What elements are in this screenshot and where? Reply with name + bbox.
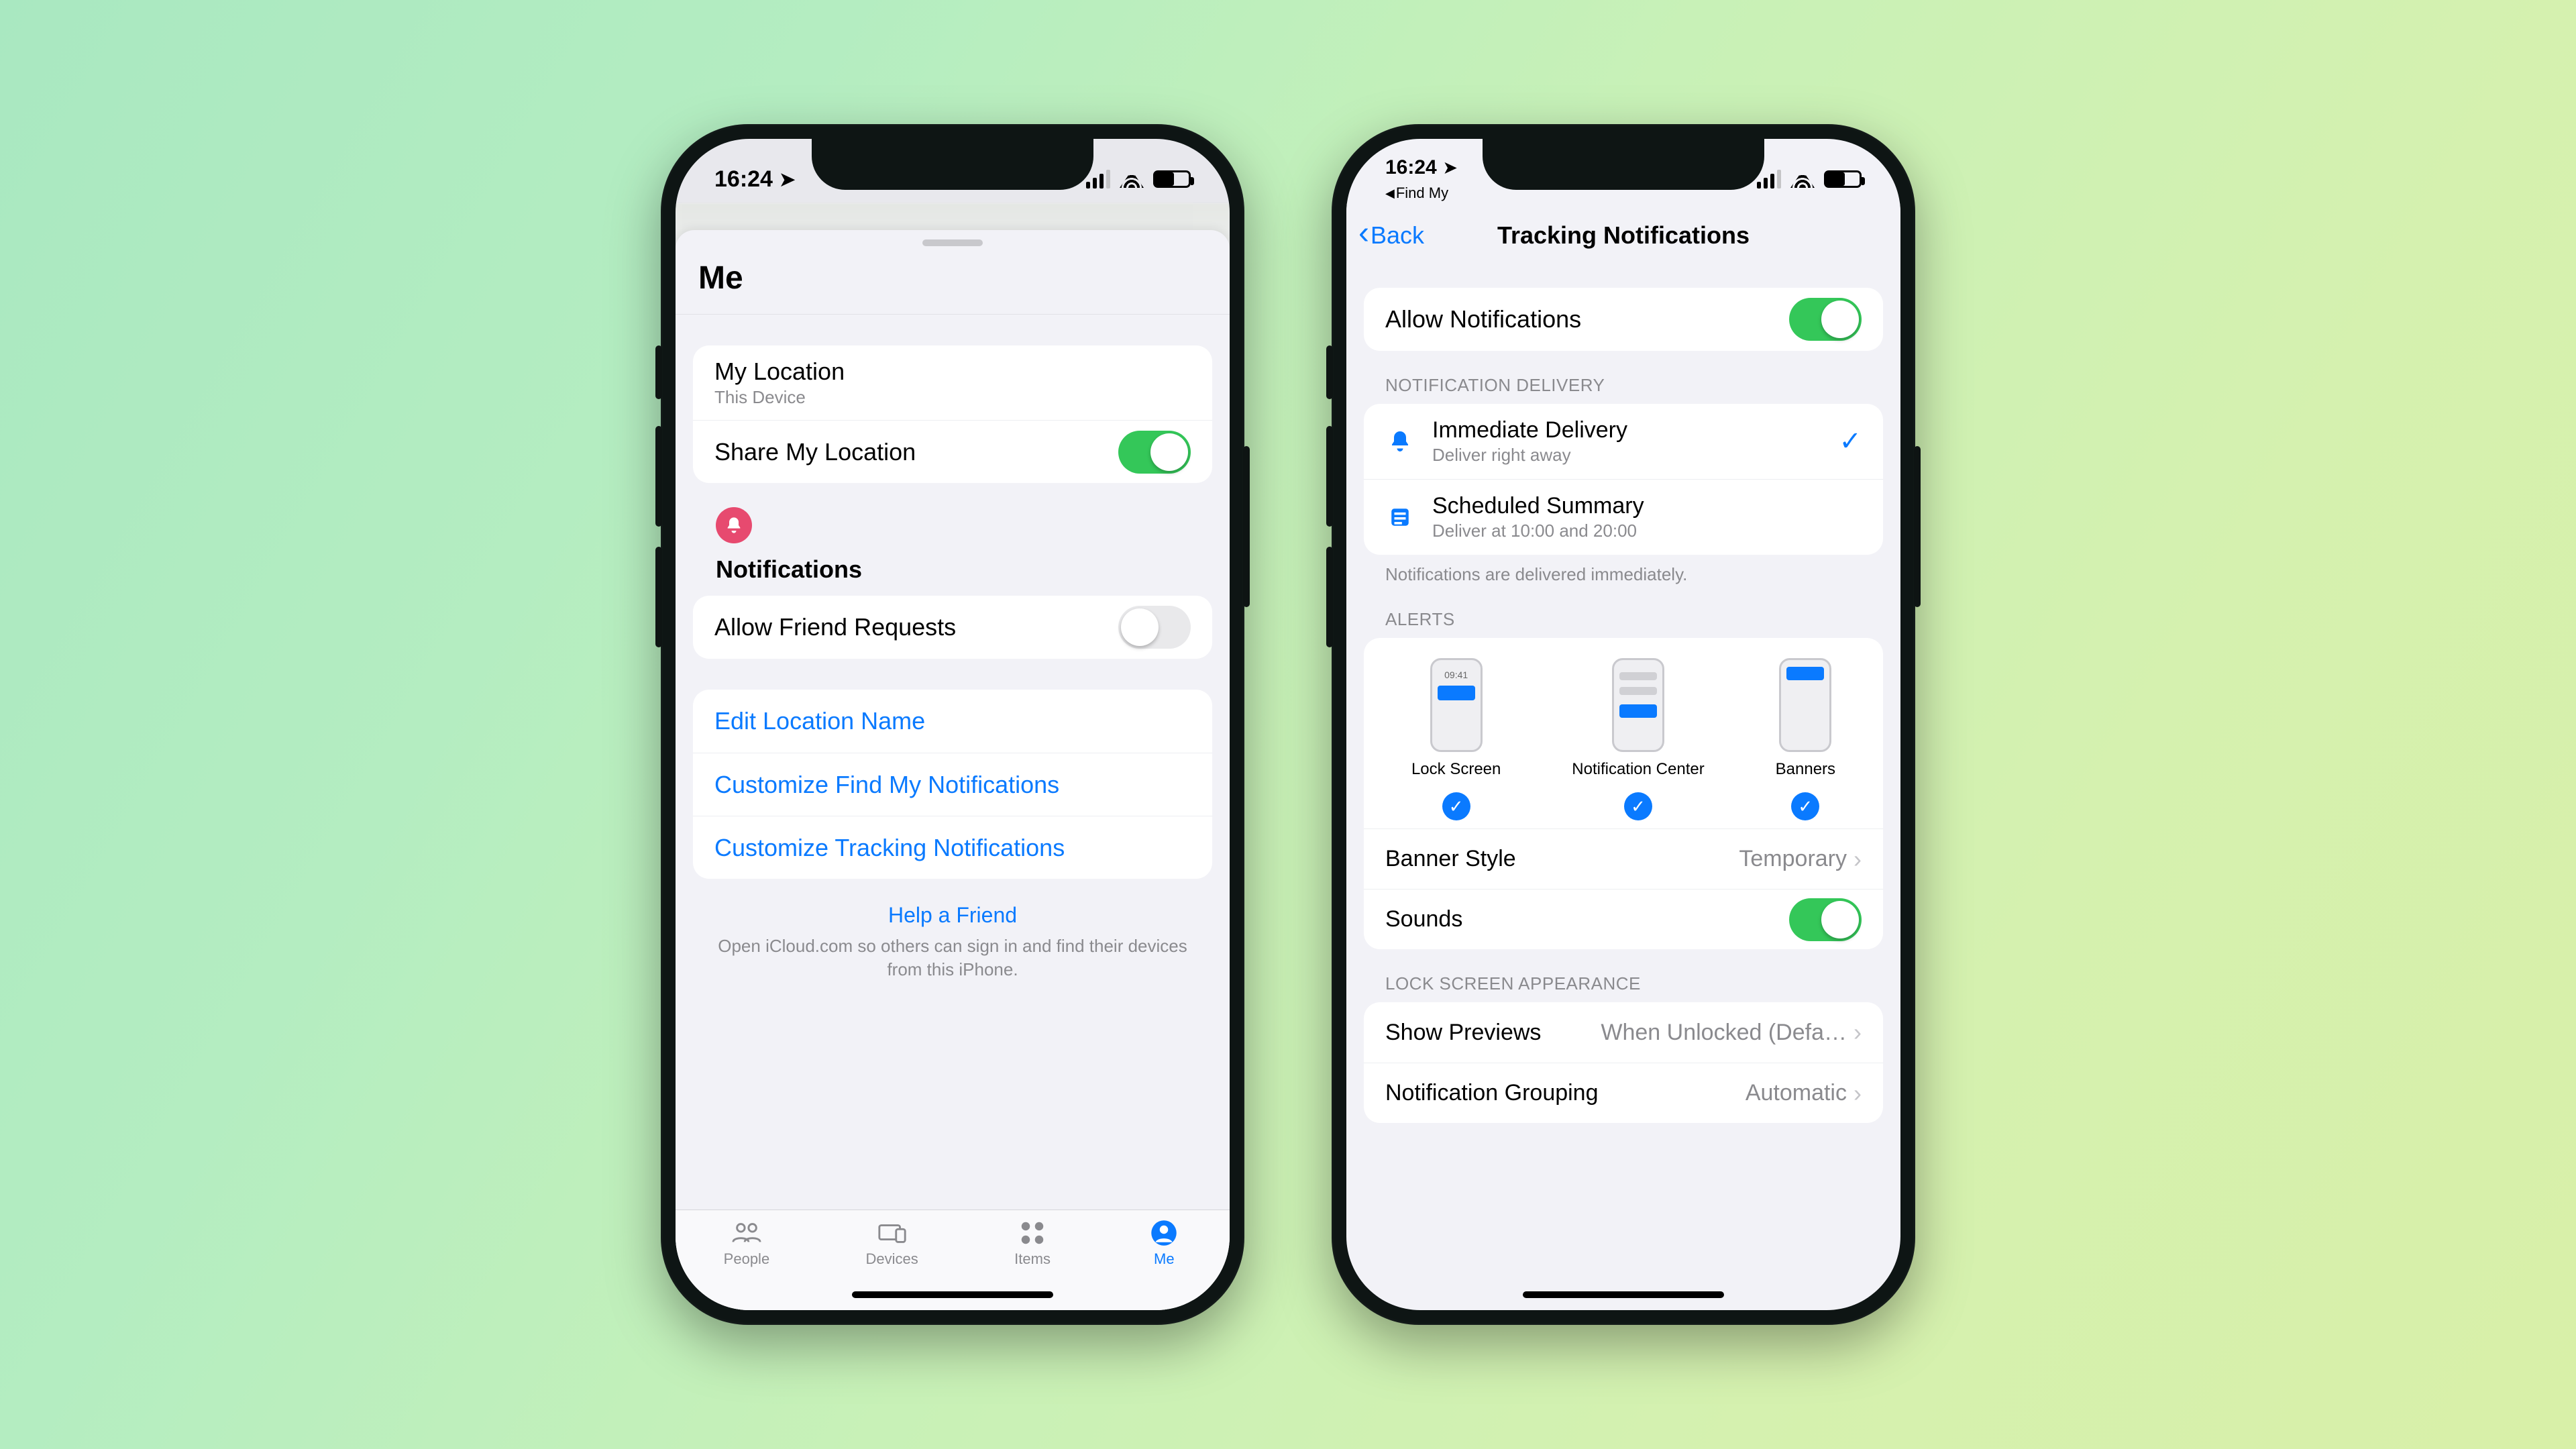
check-circle-icon: ✓ xyxy=(1624,792,1652,820)
allow-group: Allow Notifications xyxy=(1364,288,1883,351)
footer: Help a Friend Open iCloud.com so others … xyxy=(676,879,1230,988)
bell-icon xyxy=(1385,427,1415,456)
status-time: 16:24 xyxy=(1385,156,1437,179)
summary-sub: Deliver at 10:00 and 20:00 xyxy=(1432,521,1644,541)
notifications-icon xyxy=(716,507,752,543)
sheet-grabber[interactable] xyxy=(922,239,983,246)
me-icon xyxy=(1146,1220,1181,1246)
banner-style-row[interactable]: Banner Style Temporary › xyxy=(1364,828,1883,889)
summary-icon xyxy=(1385,502,1415,532)
devices-icon xyxy=(875,1220,910,1246)
lockscreen-preview-icon: 09:41 xyxy=(1430,658,1483,752)
checkmark-icon: ✓ xyxy=(1839,426,1862,457)
phone-settings: 16:24 ➤ ◀ Find My ‹ Back Tracking Notifi… xyxy=(1332,124,1915,1325)
delivery-header: NOTIFICATION DELIVERY xyxy=(1346,351,1900,404)
check-circle-icon: ✓ xyxy=(1791,792,1819,820)
allow-friend-requests-label: Allow Friend Requests xyxy=(714,613,956,641)
scheduled-summary-row[interactable]: Scheduled Summary Deliver at 10:00 and 2… xyxy=(1364,479,1883,555)
immediate-delivery-row[interactable]: Immediate Delivery Deliver right away ✓ xyxy=(1364,404,1883,479)
breadcrumb-back-icon: ◀ xyxy=(1385,186,1395,201)
breadcrumb-findmy[interactable]: ◀ Find My xyxy=(1385,184,1448,202)
notification-center-preview-icon xyxy=(1612,658,1664,752)
notifications-section-label: Notifications xyxy=(676,543,1230,586)
notification-grouping-row[interactable]: Notification Grouping Automatic › xyxy=(1364,1063,1883,1123)
customize-tracking-link[interactable]: Customize Tracking Notifications xyxy=(693,816,1212,879)
help-friend-link[interactable]: Help a Friend xyxy=(888,903,1017,927)
delivery-footer: Notifications are delivered immediately. xyxy=(1346,555,1900,585)
my-location-row[interactable]: My Location This Device xyxy=(693,345,1212,420)
summary-title: Scheduled Summary xyxy=(1432,493,1644,519)
wifi-icon xyxy=(1790,170,1815,188)
allow-notifications-row: Allow Notifications xyxy=(1364,288,1883,351)
cellular-icon xyxy=(1757,170,1781,189)
items-icon xyxy=(1015,1220,1050,1246)
battery-icon xyxy=(1824,170,1862,188)
help-friend-desc: Open iCloud.com so others can sign in an… xyxy=(716,934,1189,981)
sounds-toggle[interactable] xyxy=(1789,898,1862,941)
banners-preview-icon xyxy=(1779,658,1831,752)
status-time: 16:24 xyxy=(714,166,773,193)
delivery-group: Immediate Delivery Deliver right away ✓ … xyxy=(1364,404,1883,555)
customize-findmy-link[interactable]: Customize Find My Notifications xyxy=(693,753,1212,816)
alert-notification-center[interactable]: Notification Center ✓ xyxy=(1572,658,1704,820)
battery-icon xyxy=(1153,170,1191,188)
back-button[interactable]: ‹ Back xyxy=(1358,221,1424,250)
lock-appearance-group: Show Previews When Unlocked (Defa… › Not… xyxy=(1364,1002,1883,1123)
lock-appearance-header: LOCK SCREEN APPEARANCE xyxy=(1346,949,1900,1002)
friend-requests-group: Allow Friend Requests xyxy=(693,596,1212,659)
location-arrow-icon: ➤ xyxy=(780,168,795,191)
immediate-sub: Deliver right away xyxy=(1432,445,1627,466)
alert-lockscreen[interactable]: 09:41 Lock Screen ✓ xyxy=(1411,658,1501,820)
banner-style-value: Temporary xyxy=(1739,846,1847,872)
my-location-label: My Location xyxy=(714,358,845,386)
home-indicator[interactable] xyxy=(1523,1291,1724,1298)
me-sheet: Me My Location This Device Share My Loca… xyxy=(676,230,1230,1310)
show-previews-row[interactable]: Show Previews When Unlocked (Defa… › xyxy=(1364,1002,1883,1063)
nav-bar: ‹ Back Tracking Notifications xyxy=(1346,203,1900,268)
alerts-header: ALERTS xyxy=(1346,585,1900,638)
allow-notifications-label: Allow Notifications xyxy=(1385,305,1581,333)
banner-style-label: Banner Style xyxy=(1385,846,1516,872)
edit-location-name-link[interactable]: Edit Location Name xyxy=(693,690,1212,753)
alert-banners[interactable]: Banners ✓ xyxy=(1776,658,1835,820)
check-circle-icon: ✓ xyxy=(1442,792,1470,820)
wifi-icon xyxy=(1120,170,1144,188)
my-location-device: This Device xyxy=(714,387,845,408)
page-title: Me xyxy=(676,246,1230,315)
page-title: Tracking Notifications xyxy=(1497,221,1750,250)
notch xyxy=(812,139,1093,190)
location-arrow-icon: ➤ xyxy=(1444,158,1457,178)
location-group: My Location This Device Share My Locatio… xyxy=(693,345,1212,483)
show-previews-value: When Unlocked (Defa… xyxy=(1601,1020,1847,1046)
chevron-right-icon: › xyxy=(1854,1079,1862,1108)
chevron-right-icon: › xyxy=(1854,845,1862,873)
immediate-title: Immediate Delivery xyxy=(1432,417,1627,443)
cellular-icon xyxy=(1086,170,1110,189)
chevron-right-icon: › xyxy=(1854,1018,1862,1046)
notification-grouping-label: Notification Grouping xyxy=(1385,1080,1599,1106)
allow-friend-requests-row: Allow Friend Requests xyxy=(693,596,1212,659)
links-group: Edit Location Name Customize Find My Not… xyxy=(693,690,1212,879)
sounds-label: Sounds xyxy=(1385,906,1462,932)
people-icon xyxy=(729,1220,764,1246)
show-previews-label: Show Previews xyxy=(1385,1020,1541,1046)
share-location-row: Share My Location xyxy=(693,420,1212,483)
notch xyxy=(1483,139,1764,190)
tab-people[interactable]: People xyxy=(724,1220,770,1268)
tab-devices[interactable]: Devices xyxy=(866,1220,918,1268)
tab-items[interactable]: Items xyxy=(1014,1220,1051,1268)
phone-findmy: 16:24 ➤ Me My Location This Device xyxy=(661,124,1244,1325)
share-location-label: Share My Location xyxy=(714,438,916,466)
share-location-toggle[interactable] xyxy=(1118,431,1191,474)
allow-notifications-toggle[interactable] xyxy=(1789,298,1862,341)
sounds-row: Sounds xyxy=(1364,889,1883,949)
alerts-group: 09:41 Lock Screen ✓ Notification Center … xyxy=(1364,638,1883,949)
notification-grouping-value: Automatic xyxy=(1746,1080,1847,1106)
allow-friend-requests-toggle[interactable] xyxy=(1118,606,1191,649)
tab-me[interactable]: Me xyxy=(1146,1220,1181,1268)
home-indicator[interactable] xyxy=(852,1291,1053,1298)
